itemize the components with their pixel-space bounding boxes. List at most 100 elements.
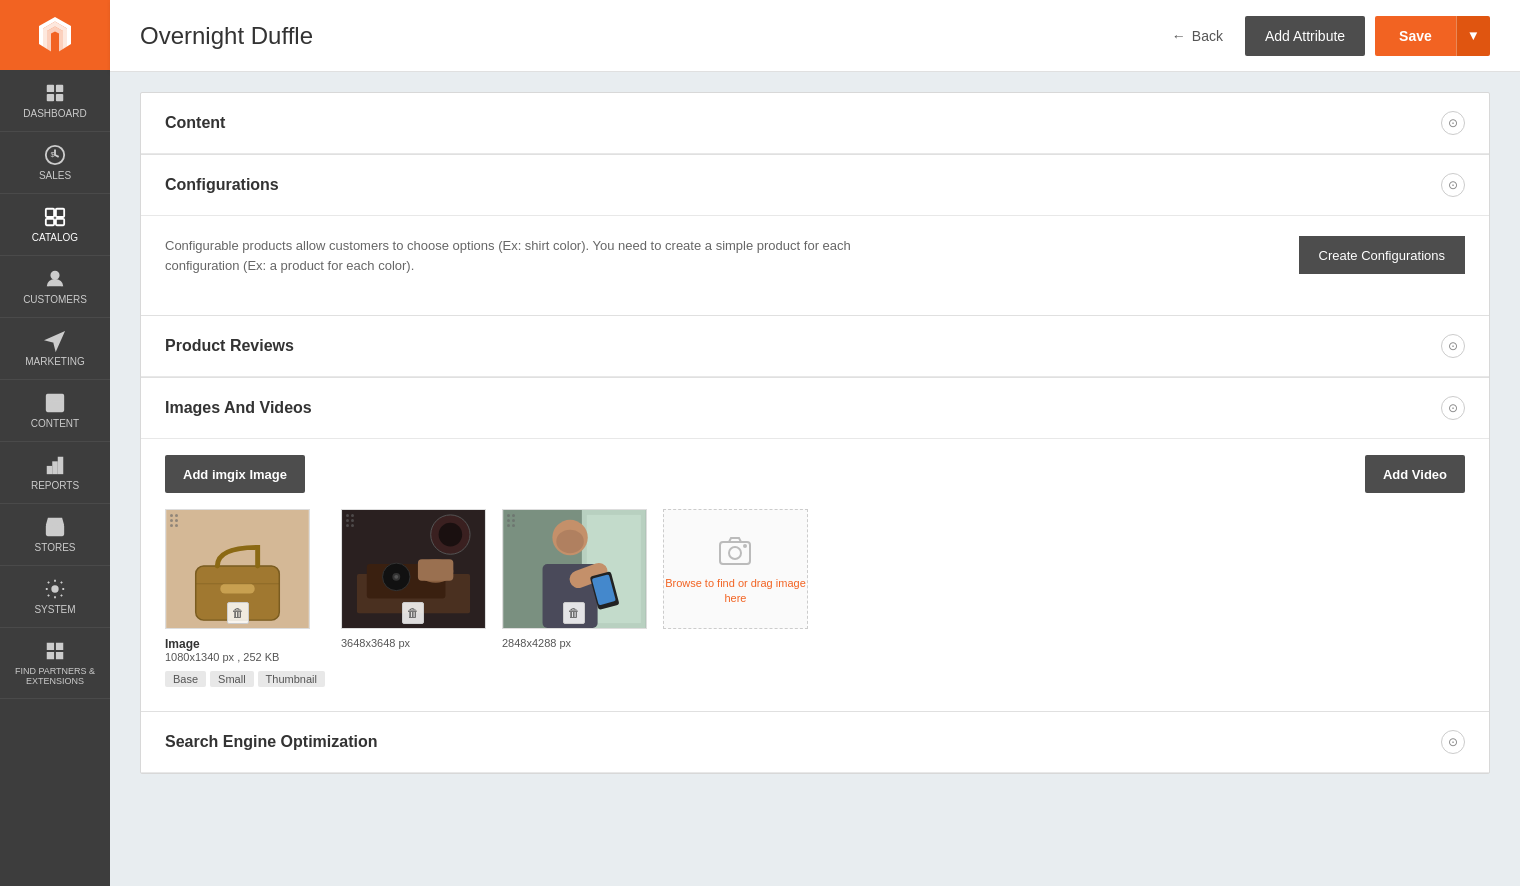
configurations-description: Configurable products allow customers to…	[165, 236, 915, 275]
image-tag-base: Base	[165, 671, 206, 687]
svg-rect-11	[47, 395, 64, 412]
browse-text: Browse to find or drag image here	[664, 576, 807, 607]
image-thumb-3[interactable]: 🗑	[502, 509, 647, 629]
image-info-3: 2848x4288 px	[502, 637, 647, 649]
svg-rect-15	[53, 462, 57, 473]
svg-rect-2	[47, 94, 54, 101]
image-upload-area: Browse to find or drag image here	[663, 509, 808, 687]
sidebar-content-label: CONTENT	[31, 418, 79, 429]
svg-point-20	[52, 586, 58, 592]
image-tag-small: Small	[210, 671, 254, 687]
image-grid: 🗑 Image 1080x1340 px , 252 KB Base Small…	[141, 509, 1489, 711]
sidebar-reports-label: REPORTS	[31, 480, 79, 491]
images-section-title: Images And Videos	[165, 399, 312, 417]
image-2-dimensions: 3648x3648 px	[341, 637, 486, 649]
main-wrapper: Overnight Duffle ← Back Add Attribute Sa…	[110, 0, 1520, 886]
save-button[interactable]: Save	[1375, 16, 1456, 56]
sidebar-item-stores[interactable]: STORES	[0, 504, 110, 566]
svg-rect-1	[56, 85, 63, 92]
svg-point-48	[729, 547, 741, 559]
content-section-title: Content	[165, 114, 225, 132]
delete-image-3-icon[interactable]: 🗑	[563, 602, 585, 624]
svg-rect-6	[46, 209, 54, 217]
svg-point-30	[439, 523, 463, 547]
image-thumb-2[interactable]: 🗑	[341, 509, 486, 629]
image-item-2: 🗑 3648x3648 px	[341, 509, 486, 687]
chevron-down-icon: ▼	[1467, 28, 1480, 43]
sidebar-item-marketing[interactable]: MARKETING	[0, 318, 110, 380]
page-title: Overnight Duffle	[140, 22, 313, 50]
image-tag-thumbnail: Thumbnail	[258, 671, 325, 687]
save-dropdown-button[interactable]: ▼	[1456, 16, 1490, 56]
seo-section-header[interactable]: Search Engine Optimization ⊙	[141, 712, 1489, 773]
content-toggle-icon: ⊙	[1441, 111, 1465, 135]
image-item-3: 🗑 2848x4288 px	[502, 509, 647, 687]
svg-text:$: $	[50, 150, 54, 159]
image-thumb-1[interactable]: 🗑	[165, 509, 310, 629]
add-video-button[interactable]: Add Video	[1365, 455, 1465, 493]
drag-handle-3	[507, 514, 515, 527]
svg-point-42	[556, 530, 584, 554]
create-configurations-button[interactable]: Create Configurations	[1299, 236, 1465, 274]
image-info-1: Image 1080x1340 px , 252 KB	[165, 637, 325, 663]
configurations-section-header[interactable]: Configurations ⊙	[141, 155, 1489, 216]
sidebar-item-sales[interactable]: $ SALES	[0, 132, 110, 194]
configurations-section-title: Configurations	[165, 176, 279, 194]
sidebar-item-dashboard[interactable]: DASHBOARD	[0, 70, 110, 132]
sidebar-catalog-label: CATALOG	[32, 232, 78, 243]
image-1-dimensions: 1080x1340 px , 252 KB	[165, 651, 325, 663]
svg-rect-14	[48, 467, 52, 473]
svg-rect-16	[59, 458, 63, 474]
svg-rect-25	[220, 584, 254, 594]
sidebar-item-find-partners[interactable]: FIND PARTNERS & EXTENSIONS	[0, 628, 110, 699]
sidebar-item-content[interactable]: CONTENT	[0, 380, 110, 442]
svg-rect-3	[56, 94, 63, 101]
main-panel: Content ⊙ Configurations ⊙ Configurable …	[140, 92, 1490, 774]
delete-image-2-icon[interactable]: 🗑	[402, 602, 424, 624]
seo-toggle-icon: ⊙	[1441, 730, 1465, 754]
camera-icon	[717, 532, 753, 568]
content-area: Content ⊙ Configurations ⊙ Configurable …	[110, 72, 1520, 886]
sidebar-item-system[interactable]: SYSTEM	[0, 566, 110, 628]
images-toolbar: Add imgix Image Add Video	[141, 439, 1489, 509]
header-actions: ← Back Add Attribute Save ▼	[1160, 16, 1490, 56]
svg-point-10	[51, 272, 58, 279]
sidebar-item-catalog[interactable]: CATALOG	[0, 194, 110, 256]
back-button[interactable]: ← Back	[1160, 20, 1235, 52]
image-3-dimensions: 2848x4288 px	[502, 637, 647, 649]
add-imgix-button[interactable]: Add imgix Image	[165, 455, 305, 493]
svg-rect-8	[46, 219, 54, 225]
configurations-toggle-icon: ⊙	[1441, 173, 1465, 197]
image-1-label: Image	[165, 637, 325, 651]
sidebar-sales-label: SALES	[39, 170, 71, 181]
svg-rect-7	[56, 209, 64, 217]
configurations-content: Configurable products allow customers to…	[141, 216, 1489, 315]
back-arrow-icon: ←	[1172, 28, 1186, 44]
svg-rect-17	[47, 525, 64, 535]
image-1-tags: Base Small Thumbnail	[165, 671, 325, 687]
browse-drop-area[interactable]: Browse to find or drag image here	[663, 509, 808, 629]
add-attribute-button[interactable]: Add Attribute	[1245, 16, 1365, 56]
svg-rect-9	[56, 219, 64, 225]
delete-image-1-icon[interactable]: 🗑	[227, 602, 249, 624]
top-header: Overnight Duffle ← Back Add Attribute Sa…	[110, 0, 1520, 72]
drag-handle-2	[346, 514, 354, 527]
image-info-2: 3648x3648 px	[341, 637, 486, 649]
product-reviews-section-title: Product Reviews	[165, 337, 294, 355]
drag-handle-1	[170, 514, 178, 527]
content-section-header[interactable]: Content ⊙	[141, 93, 1489, 154]
save-button-group: Save ▼	[1375, 16, 1490, 56]
sidebar-item-customers[interactable]: CUSTOMERS	[0, 256, 110, 318]
svg-rect-37	[418, 559, 453, 581]
images-section-header[interactable]: Images And Videos ⊙	[141, 378, 1489, 439]
sidebar-logo[interactable]	[0, 0, 110, 70]
back-label: Back	[1192, 28, 1223, 44]
sidebar-find-partners-label: FIND PARTNERS & EXTENSIONS	[8, 666, 102, 686]
product-reviews-section-header[interactable]: Product Reviews ⊙	[141, 316, 1489, 377]
sidebar-marketing-label: MARKETING	[25, 356, 84, 367]
seo-section-title: Search Engine Optimization	[165, 733, 377, 751]
svg-rect-0	[47, 85, 54, 92]
sidebar-stores-label: STORES	[35, 542, 76, 553]
sidebar-dashboard-label: DASHBOARD	[23, 108, 86, 119]
sidebar-item-reports[interactable]: REPORTS	[0, 442, 110, 504]
